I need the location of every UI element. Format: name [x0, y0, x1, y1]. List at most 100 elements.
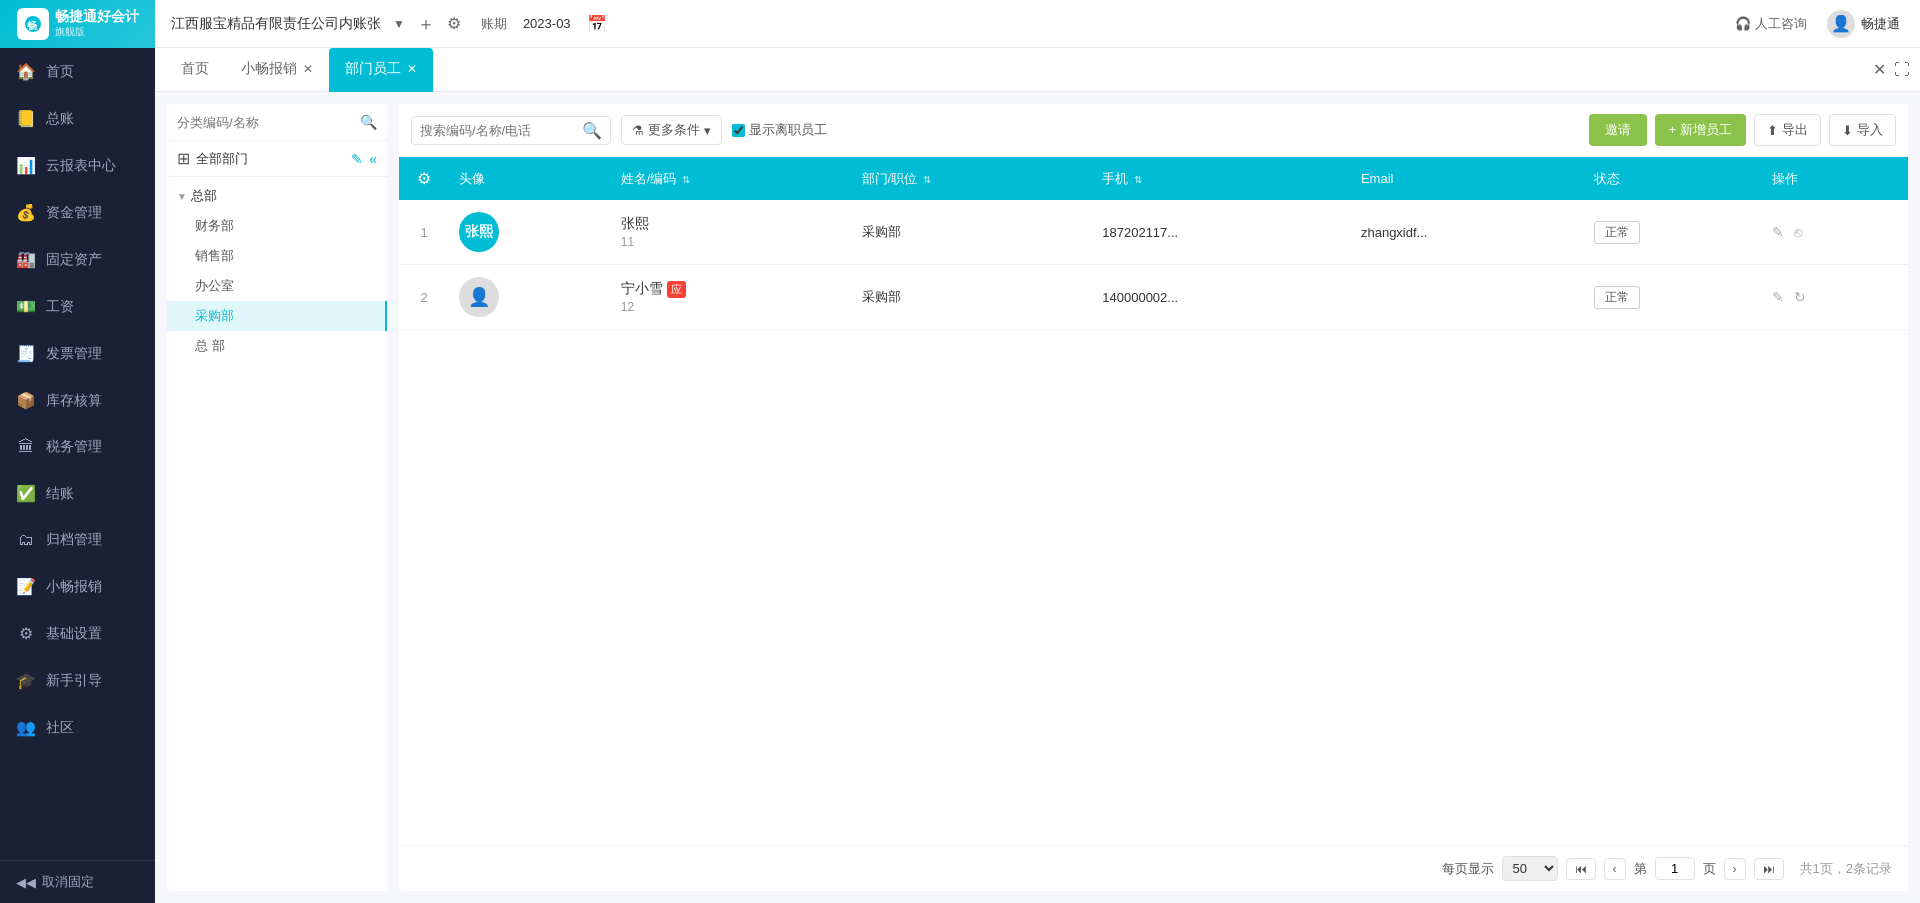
logo-icon: 畅 [17, 8, 49, 40]
col-settings-icon[interactable]: ⚙ [417, 170, 431, 187]
page-next-btn[interactable]: › [1724, 858, 1746, 880]
unpin-btn[interactable]: ◀◀ 取消固定 [0, 860, 155, 903]
emp-code: 12 [621, 300, 842, 314]
sidebar-item-label-inventory: 库存核算 [46, 392, 102, 410]
period-label: 账期 [481, 15, 507, 33]
logout-icon[interactable]: ⎋ [1794, 224, 1802, 240]
col-action: 操作 [1762, 157, 1908, 200]
company-dropdown-btn[interactable]: ▼ [393, 17, 405, 31]
sidebar-item-label-xiaochang: 小畅报销 [46, 578, 102, 596]
import-btn[interactable]: ⬇ 导入 [1829, 114, 1896, 146]
col-settings[interactable]: ⚙ [399, 157, 449, 200]
page-last-btn[interactable]: ⏭ [1754, 858, 1784, 880]
tab-xiaochang-close[interactable]: ✕ [303, 62, 313, 76]
sidebar-item-label-cloud-report: 云报表中心 [46, 157, 116, 175]
logo-area: 畅 畅捷通好会计 旗舰版 [0, 0, 155, 48]
page-prev-btn[interactable]: ‹ [1604, 858, 1626, 880]
home-icon: 🏠 [16, 62, 36, 81]
page-first-btn[interactable]: ⏮ [1566, 858, 1596, 880]
settings-btn-top[interactable]: ⚙ [447, 14, 461, 33]
cell-action: ✎⎋ [1762, 200, 1908, 265]
headset-icon: 🎧 [1735, 16, 1751, 31]
dept-group-hq: ▼ 总部 财务部 销售部 办公室 采购部 总 部 [167, 181, 387, 361]
edit-icon[interactable]: ✎ [1772, 224, 1784, 240]
table-header-row: ⚙ 头像 姓名/编码 ⇅ 部门/职位 ⇅ 手机 ⇅ [399, 157, 1908, 200]
calendar-icon[interactable]: 📅 [587, 14, 607, 33]
filter-btn[interactable]: ⚗ 更多条件 ▾ [621, 115, 722, 145]
dept-search-input[interactable] [177, 115, 354, 130]
dept-header-icons: ✎ « [351, 151, 377, 167]
export-btn[interactable]: ⬆ 导出 [1754, 114, 1821, 146]
dept-collapse-btn[interactable]: « [369, 151, 377, 167]
search-input[interactable] [420, 123, 576, 138]
invite-btn[interactable]: 邀请 [1589, 114, 1647, 146]
dept-search-icon[interactable]: 🔍 [360, 114, 377, 130]
dept-header: ⊞ 全部部门 ✎ « [167, 141, 387, 177]
add-employee-btn[interactable]: + 新增员工 [1655, 114, 1746, 146]
user-info[interactable]: 👤 畅捷通 [1827, 10, 1900, 38]
col-dept[interactable]: 部门/职位 ⇅ [852, 157, 1093, 200]
tab-xiaochang[interactable]: 小畅报销 ✕ [225, 48, 329, 92]
dept-bangongshi[interactable]: 办公室 [167, 271, 387, 301]
page-size-select[interactable]: 50 10 20 100 [1502, 856, 1558, 881]
sidebar-item-archive[interactable]: 🗂 归档管理 [0, 517, 155, 563]
tab-home[interactable]: 首页 [165, 48, 225, 92]
table-row: 2👤宁小雪应12采购部140000002...正常✎↻ [399, 265, 1908, 330]
sidebar-item-xiaochang[interactable]: 📝 小畅报销 [0, 563, 155, 610]
all-dept-label[interactable]: 全部部门 [196, 150, 345, 168]
sidebar-item-salary[interactable]: 💵 工资 [0, 283, 155, 330]
sidebar-item-tax[interactable]: 🏛 税务管理 [0, 424, 155, 470]
cell-status: 正常 [1584, 200, 1762, 265]
refresh-icon[interactable]: ↻ [1794, 289, 1806, 305]
page-input[interactable] [1655, 857, 1695, 880]
sidebar-item-home[interactable]: 🏠 首页 [0, 48, 155, 95]
ledger-icon: 📒 [16, 109, 36, 128]
dept-edit-btn[interactable]: ✎ [351, 151, 363, 167]
dept-search-area: 🔍 [167, 104, 387, 141]
dept-group-hq-header[interactable]: ▼ 总部 [167, 181, 387, 211]
sidebar-item-ledger[interactable]: 📒 总账 [0, 95, 155, 142]
cell-dept: 采购部 [852, 200, 1093, 265]
edit-icon[interactable]: ✎ [1772, 289, 1784, 305]
show-resigned-checkbox-area[interactable]: 显示离职员工 [732, 121, 827, 139]
tab-close-all-btn[interactable]: ✕ [1873, 60, 1886, 79]
sidebar-item-settings[interactable]: ⚙ 基础设置 [0, 610, 155, 657]
status-badge: 正常 [1594, 221, 1640, 244]
col-avatar: 头像 [449, 157, 611, 200]
tax-icon: 🏛 [16, 438, 36, 456]
user-avatar-icon: 👤 [1831, 14, 1851, 33]
sidebar-item-fixed-asset[interactable]: 🏭 固定资产 [0, 236, 155, 283]
tab-dept-employee[interactable]: 部门员工 ✕ [329, 48, 433, 92]
left-panel: 🔍 ⊞ 全部部门 ✎ « ▼ 总部 财务 [167, 104, 387, 891]
company-name[interactable]: 江西服宝精品有限责任公司内账张 [171, 15, 381, 33]
sidebar-item-label-partner: 社区 [46, 719, 74, 737]
tab-dept-employee-close[interactable]: ✕ [407, 62, 417, 76]
dept-zongbu[interactable]: 总 部 [167, 331, 387, 361]
page-size-label: 每页显示 [1442, 860, 1494, 878]
sidebar-item-guide[interactable]: 🎓 新手引导 [0, 657, 155, 704]
partner-icon: 👥 [16, 718, 36, 737]
add-tab-btn[interactable]: ＋ [417, 15, 435, 33]
settle-icon: ✅ [16, 484, 36, 503]
tab-maximize-btn[interactable]: ⛶ [1894, 60, 1910, 79]
dept-caiwu[interactable]: 财务部 [167, 211, 387, 241]
dept-xiaoshou[interactable]: 销售部 [167, 241, 387, 271]
sidebar-item-invoice[interactable]: 🧾 发票管理 [0, 330, 155, 377]
search-icon[interactable]: 🔍 [582, 121, 602, 140]
cloud-report-icon: 📊 [16, 156, 36, 175]
sidebar-item-settle[interactable]: ✅ 结账 [0, 470, 155, 517]
sidebar-item-cloud-report[interactable]: 📊 云报表中心 [0, 142, 155, 189]
toolbar: 🔍 ⚗ 更多条件 ▾ 显示离职员工 邀请 + 新增员工 [399, 104, 1908, 157]
cell-email [1351, 265, 1584, 330]
col-name[interactable]: 姓名/编码 ⇅ [611, 157, 852, 200]
dept-caigou[interactable]: 采购部 [167, 301, 387, 331]
sidebar-item-inventory[interactable]: 📦 库存核算 [0, 377, 155, 424]
period-value: 2023-03 [523, 16, 571, 31]
sidebar-item-partner[interactable]: 👥 社区 [0, 704, 155, 751]
show-resigned-label: 显示离职员工 [749, 121, 827, 139]
col-phone[interactable]: 手机 ⇅ [1092, 157, 1351, 200]
service-btn[interactable]: 🎧 人工咨询 [1735, 15, 1807, 33]
show-resigned-checkbox[interactable] [732, 124, 745, 137]
invoice-icon: 🧾 [16, 344, 36, 363]
sidebar-item-fund[interactable]: 💰 资金管理 [0, 189, 155, 236]
